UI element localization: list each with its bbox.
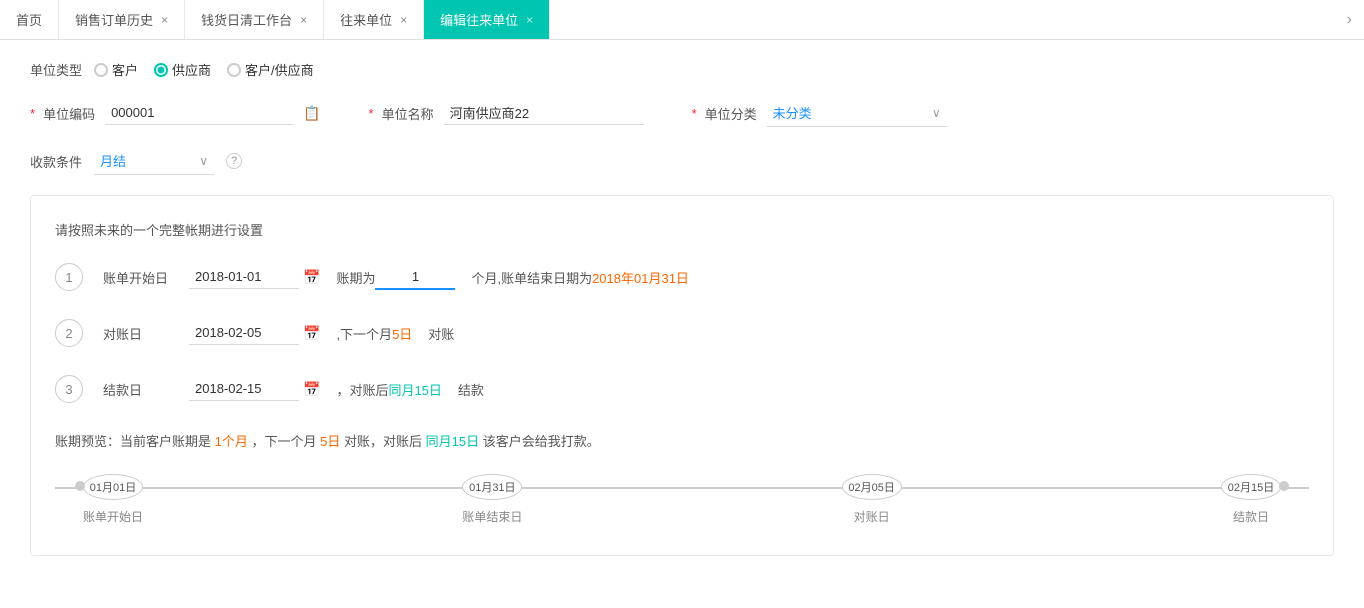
radio-customer-circle [94, 63, 108, 77]
unit-category-arrow: ∨ [932, 106, 941, 120]
close-tab-daily-work[interactable]: × [300, 13, 307, 27]
timeline-items: 01月01日 账单开始日 01月31日 账单结束日 02月05日 对账日 02月… [75, 474, 1289, 525]
step-1-end-date: 2018年01月31日 [592, 268, 689, 287]
timeline-date-1: 01月01日 [83, 474, 143, 500]
step-2-desc-prefix: ,下一个月 [336, 324, 392, 343]
page-content: 单位类型 客户 供应商 客户/供应商 * 单位编码 📋 * 单位名称 [0, 40, 1364, 608]
tab-home[interactable]: 首页 [0, 0, 59, 39]
radio-customer[interactable]: 客户 [94, 60, 138, 79]
timeline-node-1: 01月01日 账单开始日 [83, 474, 143, 525]
preview-highlight-1: 1个月 [215, 434, 248, 449]
tab-more-button[interactable]: › [1335, 11, 1364, 29]
timeline-label-1: 账单开始日 [83, 508, 143, 525]
unit-code-input[interactable] [105, 101, 293, 125]
step-2-date-input[interactable] [189, 321, 299, 345]
radio-cs-label: 客户/供应商 [245, 60, 314, 79]
step-2-number: 2 [55, 319, 83, 347]
payment-terms-arrow: ∨ [199, 154, 208, 168]
radio-customer-supplier[interactable]: 客户/供应商 [227, 60, 314, 79]
step-3-number: 3 [55, 375, 83, 403]
unit-category-value: 未分类 [773, 103, 928, 122]
tab-bar: 首页 销售订单历史 × 钱货日清工作台 × 往来单位 × 编辑往来单位 × › [0, 0, 1364, 40]
timeline-node-2: 01月31日 账单结束日 [462, 474, 522, 525]
tab-sales-history[interactable]: 销售订单历史 × [59, 0, 185, 39]
unit-name-group: * 单位名称 [369, 101, 644, 125]
preview-text-1: ，下一个月 [252, 434, 317, 449]
step-1-date-input[interactable] [189, 265, 299, 289]
step-3-calendar-icon[interactable]: 📅 [303, 381, 320, 398]
tab-partners[interactable]: 往来单位 × [324, 0, 424, 39]
unit-type-row: 单位类型 客户 供应商 客户/供应商 [30, 60, 1334, 79]
step-2-day-highlight: 5日 [392, 324, 412, 343]
close-tab-sales-history[interactable]: × [161, 13, 168, 27]
unit-category-label: 单位分类 [705, 104, 757, 123]
unit-code-star: * [30, 106, 35, 121]
unit-info-row: * 单位编码 📋 * 单位名称 * 单位分类 未分类 ∨ [30, 99, 1334, 127]
preview-row: 账期预览：当前客户账期是 1个月 ，下一个月 5日 对账，对账后 同月15日 该… [55, 431, 1309, 450]
radio-cs-circle [227, 63, 241, 77]
timeline-label-2: 账单结束日 [462, 508, 522, 525]
tab-daily-work[interactable]: 钱货日清工作台 × [185, 0, 324, 39]
timeline-date-3: 02月05日 [842, 474, 902, 500]
step-3-date-input[interactable] [189, 377, 299, 401]
step-1-calendar-icon[interactable]: 📅 [303, 269, 320, 286]
unit-code-icon[interactable]: 📋 [303, 105, 320, 122]
section-hint: 请按照未来的一个完整帐期进行设置 [55, 220, 1309, 239]
payment-terms-help-icon[interactable]: ? [226, 153, 242, 169]
tab-edit-partner[interactable]: 编辑往来单位 × [424, 0, 550, 39]
step-2-label: 对账日 [103, 324, 173, 343]
radio-supplier-label: 供应商 [172, 60, 211, 79]
preview-highlight-3: 同月15日 [426, 434, 479, 449]
period-settings-section: 请按照未来的一个完整帐期进行设置 1 账单开始日 📅 账期为 个月,账单结束日期… [30, 195, 1334, 556]
step-1-row: 1 账单开始日 📅 账期为 个月,账单结束日期为 2018年01月31日 [55, 263, 1309, 291]
unit-category-star: * [692, 106, 697, 121]
unit-name-input[interactable] [444, 101, 644, 125]
timeline-start-dot [75, 481, 85, 491]
radio-customer-label: 客户 [112, 60, 138, 79]
timeline-node-4: 02月15日 结款日 [1221, 474, 1281, 525]
preview-label: 账期预览：当前客户账期是 [55, 434, 211, 449]
unit-name-label: 单位名称 [382, 104, 434, 123]
payment-terms-row: 收款条件 月结 ∨ ? [30, 147, 1334, 175]
timeline-label-3: 对账日 [854, 508, 890, 525]
radio-supplier[interactable]: 供应商 [154, 60, 211, 79]
payment-terms-value: 月结 [100, 151, 195, 170]
preview-text-3: 该客户会给我打款。 [483, 434, 600, 449]
step-3-desc-prefix: ，对账后 [336, 380, 388, 399]
timeline-date-4: 02月15日 [1221, 474, 1281, 500]
step-2-desc-suffix: 对账 [428, 324, 454, 343]
payment-terms-label: 收款条件 [30, 152, 82, 171]
timeline-label-4: 结款日 [1233, 508, 1269, 525]
preview-text-2: 对账，对账后 [344, 434, 422, 449]
period-input[interactable] [375, 265, 455, 290]
timeline-date-2: 01月31日 [462, 474, 522, 500]
step-3-day-highlight: 同月15日 [388, 380, 441, 399]
step-1-number: 1 [55, 263, 83, 291]
unit-category-group: * 单位分类 未分类 ∨ [692, 99, 947, 127]
preview-highlight-2: 5日 [320, 434, 340, 449]
close-tab-partners[interactable]: × [400, 13, 407, 27]
step-1-desc-suffix: 个月,账单结束日期为 [471, 268, 592, 287]
timeline-node-3: 02月05日 对账日 [842, 474, 902, 525]
step-1-label: 账单开始日 [103, 268, 173, 287]
payment-terms-dropdown[interactable]: 月结 ∨ [94, 147, 214, 175]
step-3-row: 3 结款日 📅 ，对账后 同月15日 结款 [55, 375, 1309, 403]
step-3-label: 结款日 [103, 380, 173, 399]
timeline-end-dot [1279, 481, 1289, 491]
unit-name-star: * [369, 106, 374, 121]
unit-type-label: 单位类型 [30, 60, 82, 79]
step-2-row: 2 对账日 📅 ,下一个月 5日 对账 [55, 319, 1309, 347]
unit-category-dropdown[interactable]: 未分类 ∨ [767, 99, 947, 127]
unit-type-radio-group: 客户 供应商 客户/供应商 [94, 60, 314, 79]
close-tab-edit-partner[interactable]: × [526, 13, 533, 27]
step-3-desc-suffix: 结款 [458, 380, 484, 399]
unit-code-label: 单位编码 [43, 104, 95, 123]
radio-supplier-circle [154, 63, 168, 77]
step-1-desc-prefix: 账期为 [336, 268, 375, 287]
timeline-container: 01月01日 账单开始日 01月31日 账单结束日 02月05日 对账日 02月… [55, 474, 1309, 525]
unit-code-group: * 单位编码 📋 [30, 101, 321, 125]
step-2-calendar-icon[interactable]: 📅 [303, 325, 320, 342]
